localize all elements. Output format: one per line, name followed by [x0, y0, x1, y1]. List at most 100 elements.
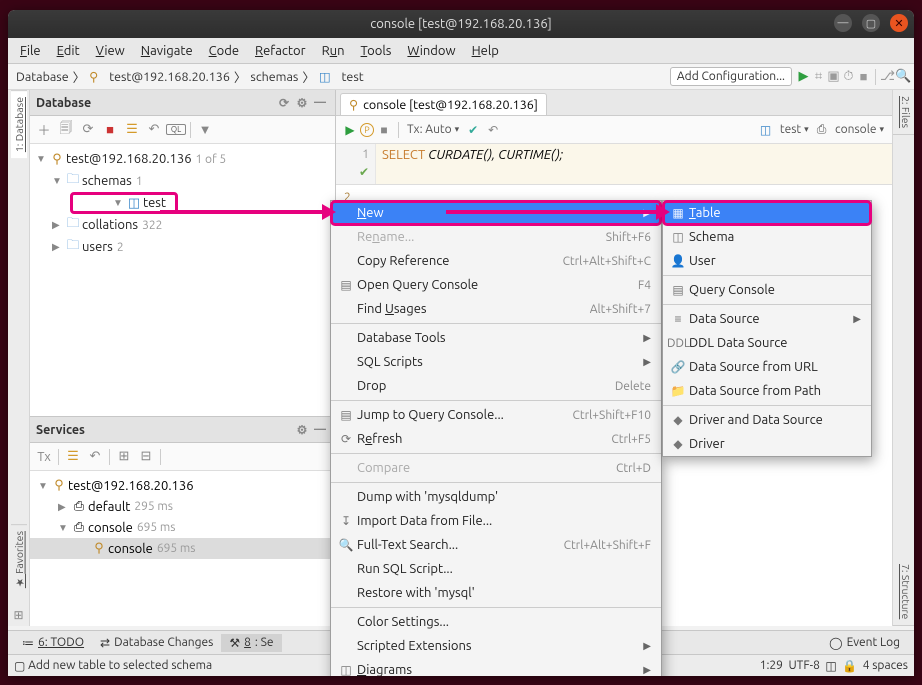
console-icon[interactable]: QL: [166, 124, 186, 135]
menu-item-diagrams[interactable]: ◫Diagrams▶: [331, 658, 661, 676]
menu-item-find-usages[interactable]: Find UsagesAlt+Shift+7: [331, 297, 661, 321]
svc-expand-icon[interactable]: ⊞: [114, 449, 134, 464]
coverage-icon[interactable]: ▣: [826, 69, 841, 84]
crumb-schema[interactable]: ◫ test: [315, 69, 368, 84]
refresh-icon[interactable]: ⟳: [275, 96, 293, 110]
settings-icon[interactable]: ⚙: [293, 96, 311, 110]
menu-item-user[interactable]: 👤User: [663, 249, 871, 273]
menu-item-sql-scripts[interactable]: SQL Scripts▶: [331, 350, 661, 374]
menu-window[interactable]: Window: [399, 41, 463, 61]
profile-icon[interactable]: ⏱: [841, 69, 856, 84]
console-select[interactable]: ⎙ console ▾: [813, 121, 888, 139]
svc-console-leaf[interactable]: ⚲ console 695 ms: [30, 538, 335, 559]
menu-item-scripted-extensions[interactable]: Scripted Extensions▶: [331, 634, 661, 658]
menu-refactor[interactable]: Refactor: [247, 41, 314, 61]
tree-users[interactable]: ▶🗀 users 2: [30, 236, 335, 258]
menu-item-run-sql-script[interactable]: Run SQL Script...: [331, 557, 661, 581]
lock-icon[interactable]: 🔒: [842, 659, 857, 673]
run-icon[interactable]: ▶: [796, 69, 811, 84]
rail-tab-files[interactable]: 2: Files: [893, 90, 914, 135]
crumb-schemas[interactable]: schemas: [246, 70, 302, 84]
menu-item-dump-with-mysqldump[interactable]: Dump with 'mysqldump': [331, 485, 661, 509]
tab-db-changes[interactable]: ⇄ Database Changes: [92, 634, 221, 652]
menu-item-full-text-search[interactable]: 🔍Full-Text Search...Ctrl+Alt+Shift+F: [331, 533, 661, 557]
rail-tab-structure[interactable]: 7: Structure: [893, 558, 914, 626]
tree-root[interactable]: ▼⚲ test@192.168.20.136 1 of 5: [30, 148, 335, 170]
rollback-icon[interactable]: ↶: [144, 122, 164, 137]
tx-icon[interactable]: ☰: [122, 122, 142, 137]
tx-mode-select[interactable]: Tx: Auto ▾: [403, 121, 463, 138]
menu-navigate[interactable]: Navigate: [133, 41, 201, 61]
menu-edit[interactable]: Edit: [49, 41, 88, 61]
menu-item-query-console[interactable]: ▤Query Console: [663, 278, 871, 302]
menu-item-refresh[interactable]: ⟳RefreshCtrl+F5: [331, 427, 661, 451]
menu-item-data-source[interactable]: ≡Data Source▶: [663, 307, 871, 331]
menu-item-data-source-from-url[interactable]: 🔗Data Source from URL: [663, 355, 871, 379]
indent[interactable]: 4 spaces: [863, 659, 908, 672]
code-editor[interactable]: 1 ✔ SELECT CURDATE(), CURTIME();: [336, 144, 892, 184]
menu-item-drop[interactable]: DropDelete: [331, 374, 661, 398]
menu-item-driver-and-data-source[interactable]: ◆Driver and Data Source: [663, 408, 871, 432]
git-icon[interactable]: ⎇: [880, 69, 895, 84]
tab-event-log[interactable]: ◯ Event Log: [821, 634, 908, 652]
tab-todo[interactable]: ≔ 6: TODO: [14, 634, 92, 652]
window-minimize-button[interactable]: —: [834, 14, 852, 32]
structure-icon[interactable]: ⊞: [13, 604, 23, 626]
stop-icon[interactable]: ■: [856, 69, 871, 84]
hide-icon[interactable]: —: [311, 423, 329, 436]
crumb-connection[interactable]: ⚲ test@192.168.20.136: [85, 69, 234, 84]
caret-position[interactable]: 1:29: [760, 659, 783, 672]
schema-icon[interactable]: ◫: [825, 659, 836, 673]
menu-item-schema[interactable]: ◫Schema: [663, 225, 871, 249]
menu-help[interactable]: Help: [464, 41, 507, 61]
tree-schemas[interactable]: ▼🗀 schemas 1: [30, 170, 335, 192]
schema-select[interactable]: ◫ test ▾: [756, 121, 813, 139]
hide-icon[interactable]: —: [311, 96, 329, 109]
editor-tab-console[interactable]: ⚲ console [test@192.168.20.136]: [340, 93, 547, 115]
debug-icon[interactable]: ⌗: [811, 69, 826, 84]
menu-item-import-data-from-file[interactable]: ↧Import Data from File...: [331, 509, 661, 533]
svc-collapse-icon[interactable]: ⊟: [136, 449, 156, 464]
svc-icon[interactable]: ☰: [63, 449, 83, 464]
filter-icon[interactable]: ▼: [195, 122, 215, 137]
menu-item-table[interactable]: ▦Table: [663, 201, 871, 225]
menu-file[interactable]: File: [12, 41, 49, 61]
menu-tools[interactable]: Tools: [353, 41, 400, 61]
window-maximize-button[interactable]: ▢: [862, 14, 880, 32]
add-icon[interactable]: ＋: [34, 120, 54, 139]
svc-rollback-icon[interactable]: ↶: [85, 449, 105, 464]
menu-item-driver[interactable]: ◆Driver: [663, 432, 871, 456]
rail-tab-database[interactable]: 1: Database: [11, 90, 27, 158]
tree-collations[interactable]: ▶🗀 collations 322: [30, 214, 335, 236]
menu-run[interactable]: Run: [314, 41, 353, 61]
window-close-button[interactable]: ✕: [890, 14, 908, 32]
commit-icon[interactable]: ✔: [463, 123, 483, 137]
menu-item-data-source-from-path[interactable]: 📁Data Source from Path: [663, 379, 871, 403]
duplicate-icon[interactable]: 🗐: [56, 119, 76, 141]
menu-item-ddl-data-source[interactable]: DDLDDL Data Source: [663, 331, 871, 355]
menu-item-color-settings[interactable]: Color Settings...: [331, 610, 661, 634]
add-configuration-button[interactable]: Add Configuration...: [670, 67, 792, 86]
tab-services[interactable]: ⚒ 8: Se: [221, 634, 281, 652]
menu-item-copy-reference[interactable]: Copy ReferenceCtrl+Alt+Shift+C: [331, 249, 661, 273]
menu-item-open-query-console[interactable]: ▤Open Query ConsoleF4: [331, 273, 661, 297]
menu-item-database-tools[interactable]: Database Tools▶: [331, 326, 661, 350]
menu-item-jump-to-query-console[interactable]: ▤Jump to Query Console...Ctrl+Shift+F10: [331, 403, 661, 427]
menu-view[interactable]: View: [88, 41, 133, 61]
rollback-icon[interactable]: ↶: [483, 123, 503, 137]
sync-icon[interactable]: ⟳: [78, 122, 98, 137]
search-icon[interactable]: 🔍: [895, 69, 910, 84]
svc-default[interactable]: ▶⎙ default 295 ms: [30, 496, 335, 517]
rail-tab-favorites[interactable]: ★ Favorites: [11, 524, 27, 594]
settings-icon[interactable]: ⚙: [293, 423, 311, 437]
svc-root[interactable]: ▼⚲ test@192.168.20.136: [30, 475, 335, 496]
svc-console-group[interactable]: ▼⎙ console 695 ms: [30, 517, 335, 538]
stop-icon[interactable]: ■: [100, 122, 120, 137]
explain-icon[interactable]: P: [360, 123, 374, 137]
stop-icon[interactable]: ■: [374, 123, 394, 137]
menu-code[interactable]: Code: [201, 41, 247, 61]
encoding[interactable]: UTF-8: [788, 659, 819, 672]
crumb-root[interactable]: Database: [12, 70, 73, 84]
execute-icon[interactable]: ▶: [340, 123, 360, 137]
menu-item-restore-with-mysql[interactable]: Restore with 'mysql': [331, 581, 661, 605]
